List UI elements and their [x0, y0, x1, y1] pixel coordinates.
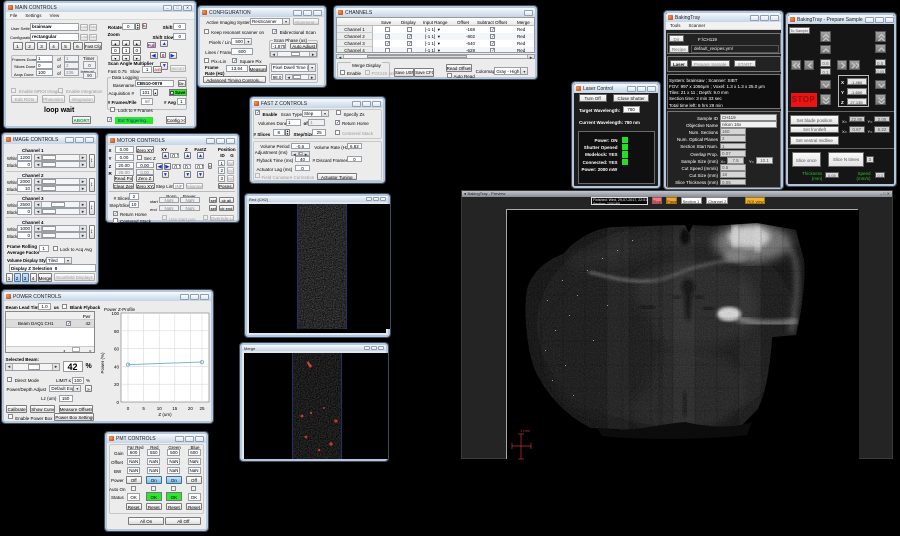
svg-text:100: 100 — [111, 311, 119, 316]
svg-text:80: 80 — [114, 329, 120, 334]
svg-text:0: 0 — [116, 400, 119, 405]
svg-text:0: 0 — [127, 406, 130, 411]
svg-text:60: 60 — [114, 347, 120, 352]
svg-text:Power (%): Power (%) — [100, 352, 105, 374]
svg-text:10: 10 — [157, 406, 163, 411]
svg-text:25: 25 — [199, 406, 205, 411]
svg-text:Power Z-Profile: Power Z-Profile — [104, 307, 136, 312]
svg-text:20: 20 — [114, 382, 120, 387]
svg-text:40: 40 — [114, 364, 120, 369]
svg-text:20: 20 — [188, 406, 194, 411]
svg-text:Z (um): Z (um) — [158, 412, 172, 417]
svg-text:1 mm: 1 mm — [520, 428, 531, 433]
svg-text:5: 5 — [142, 406, 145, 411]
svg-text:15: 15 — [172, 406, 178, 411]
